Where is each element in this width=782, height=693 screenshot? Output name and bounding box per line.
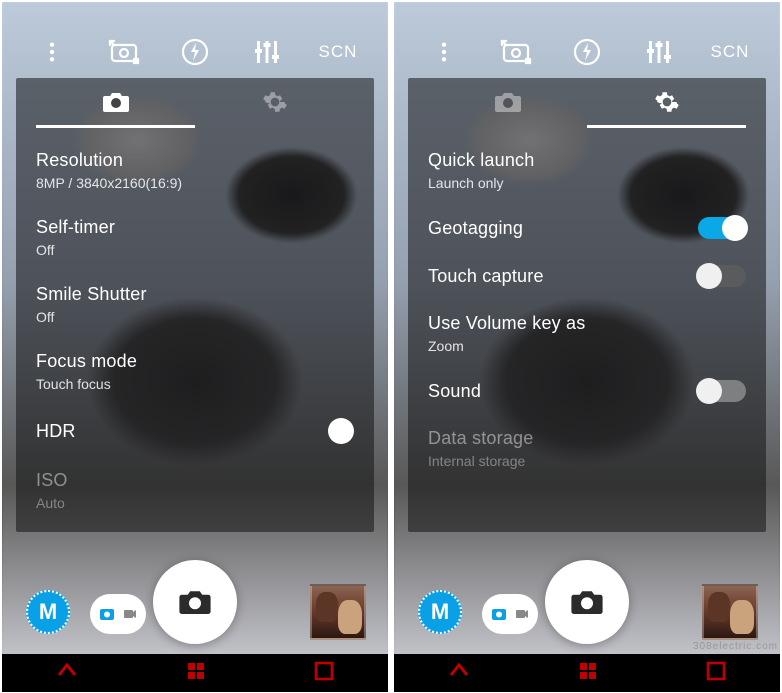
tab-gear[interactable] — [195, 78, 354, 128]
nav-back-icon[interactable] — [447, 661, 471, 686]
tab-camera[interactable] — [36, 78, 195, 128]
bottom-controls: M — [394, 552, 780, 652]
row-title: Focus mode — [36, 351, 137, 372]
mode-badge[interactable]: M — [418, 590, 462, 634]
row-title: Sound — [428, 381, 481, 402]
touch-capture-toggle[interactable] — [698, 265, 746, 287]
mode-badge[interactable]: M — [26, 590, 70, 634]
last-photo-thumbnail[interactable] — [310, 584, 366, 640]
row-value: Launch only — [428, 175, 534, 191]
bottom-controls: M — [2, 552, 388, 652]
panel-tabs — [428, 78, 746, 128]
row-title: HDR — [36, 421, 76, 442]
menu-dots-icon[interactable] — [32, 32, 72, 72]
row-title: Geotagging — [428, 218, 523, 239]
row-value: Touch focus — [36, 376, 137, 392]
row-title: Self-timer — [36, 217, 115, 238]
nav-recent-icon[interactable] — [313, 660, 335, 687]
shutter-button[interactable] — [545, 560, 629, 644]
row-geotagging[interactable]: Geotagging — [428, 205, 746, 253]
sound-toggle[interactable] — [698, 380, 746, 402]
sliders-icon[interactable] — [247, 32, 287, 72]
row-resolution[interactable]: Resolution 8MP / 3840x2160(16:9) — [36, 138, 354, 205]
settings-list[interactable]: Quick launch Launch only Geotagging Touc… — [428, 128, 746, 483]
row-value: Internal storage — [428, 453, 533, 469]
settings-panel: Resolution 8MP / 3840x2160(16:9) Self-ti… — [16, 78, 374, 532]
row-value: Auto — [36, 495, 68, 511]
panel-tabs — [36, 78, 354, 128]
top-toolbar: SCN — [2, 28, 388, 76]
row-value: 8MP / 3840x2160(16:9) — [36, 175, 182, 191]
settings-panel: Quick launch Launch only Geotagging Touc… — [408, 78, 766, 532]
geotagging-toggle[interactable] — [698, 217, 746, 239]
row-touch-capture[interactable]: Touch capture — [428, 253, 746, 301]
switch-camera-icon[interactable] — [104, 32, 144, 72]
row-title: Touch capture — [428, 266, 544, 287]
row-title: Smile Shutter — [36, 284, 147, 305]
nav-bar — [394, 654, 780, 692]
hdr-toggle[interactable] — [328, 418, 354, 444]
settings-list[interactable]: Resolution 8MP / 3840x2160(16:9) Self-ti… — [36, 128, 354, 525]
row-hdr[interactable]: HDR — [36, 406, 354, 458]
nav-home-icon[interactable] — [577, 660, 599, 687]
row-smile-shutter[interactable]: Smile Shutter Off — [36, 272, 354, 339]
tab-gear[interactable] — [587, 78, 746, 128]
row-iso[interactable]: ISO Auto — [36, 458, 354, 525]
switch-camera-icon[interactable] — [496, 32, 536, 72]
row-volume-key[interactable]: Use Volume key as Zoom — [428, 301, 746, 368]
row-value: Off — [36, 242, 115, 258]
nav-bar — [2, 654, 388, 692]
camera-video-switch[interactable] — [90, 594, 146, 634]
screen-right: SCN Quick launch Launch only Geotagging — [394, 2, 780, 692]
flash-off-icon[interactable] — [175, 32, 215, 72]
row-value: Off — [36, 309, 147, 325]
scene-mode-button[interactable]: SCN — [318, 32, 358, 72]
nav-home-icon[interactable] — [185, 660, 207, 687]
last-photo-thumbnail[interactable] — [702, 584, 758, 640]
row-title: Use Volume key as — [428, 313, 585, 334]
row-quick-launch[interactable]: Quick launch Launch only — [428, 138, 746, 205]
row-title: Resolution — [36, 150, 182, 171]
scene-mode-button[interactable]: SCN — [710, 32, 750, 72]
sliders-icon[interactable] — [639, 32, 679, 72]
row-title: Data storage — [428, 428, 533, 449]
nav-recent-icon[interactable] — [705, 660, 727, 687]
menu-dots-icon[interactable] — [424, 32, 464, 72]
row-data-storage[interactable]: Data storage Internal storage — [428, 416, 746, 483]
screen-left: SCN Resolution 8MP / 3840x2160(16:9) Sel… — [2, 2, 388, 692]
nav-back-icon[interactable] — [55, 661, 79, 686]
camera-video-switch[interactable] — [482, 594, 538, 634]
tab-camera[interactable] — [428, 78, 587, 128]
shutter-button[interactable] — [153, 560, 237, 644]
row-title: Quick launch — [428, 150, 534, 171]
flash-off-icon[interactable] — [567, 32, 607, 72]
row-sound[interactable]: Sound — [428, 368, 746, 416]
row-self-timer[interactable]: Self-timer Off — [36, 205, 354, 272]
row-focus-mode[interactable]: Focus mode Touch focus — [36, 339, 354, 406]
top-toolbar: SCN — [394, 28, 780, 76]
row-title: ISO — [36, 470, 68, 491]
row-value: Zoom — [428, 338, 585, 354]
